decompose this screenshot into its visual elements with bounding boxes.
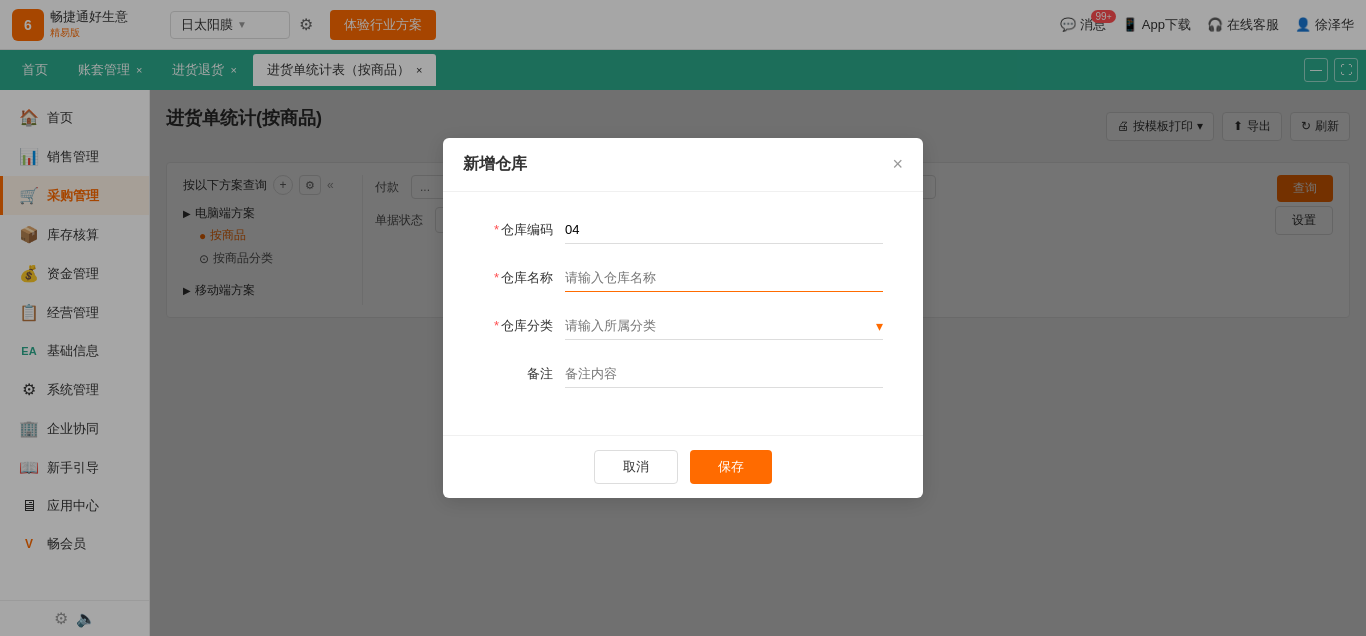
dialog-header: 新增仓库 × — [443, 138, 923, 192]
name-label: *仓库名称 — [483, 269, 553, 287]
category-label: *仓库分类 — [483, 317, 553, 335]
code-input[interactable] — [565, 216, 883, 243]
code-label: *仓库编码 — [483, 221, 553, 239]
name-input[interactable] — [565, 264, 883, 291]
cancel-button[interactable]: 取消 — [594, 450, 678, 484]
remark-input[interactable] — [565, 360, 883, 387]
remark-label: 备注 — [483, 365, 553, 383]
modal-overlay: 新增仓库 × *仓库编码 *仓库名称 — [0, 0, 1366, 636]
dialog-footer: 取消 保存 — [443, 435, 923, 498]
new-warehouse-dialog: 新增仓库 × *仓库编码 *仓库名称 — [443, 138, 923, 498]
save-button[interactable]: 保存 — [690, 450, 772, 484]
category-input[interactable] — [565, 318, 883, 333]
dialog-title: 新增仓库 — [463, 154, 527, 175]
dialog-close-button[interactable]: × — [892, 154, 903, 175]
form-row-remark: 备注 — [483, 360, 883, 388]
name-input-wrapper — [565, 264, 883, 292]
form-row-name: *仓库名称 — [483, 264, 883, 292]
category-select-wrapper: ▾ — [565, 312, 883, 340]
form-row-category: *仓库分类 ▾ — [483, 312, 883, 340]
form-row-code: *仓库编码 — [483, 216, 883, 244]
dialog-body: *仓库编码 *仓库名称 *仓库分类 — [443, 192, 923, 435]
